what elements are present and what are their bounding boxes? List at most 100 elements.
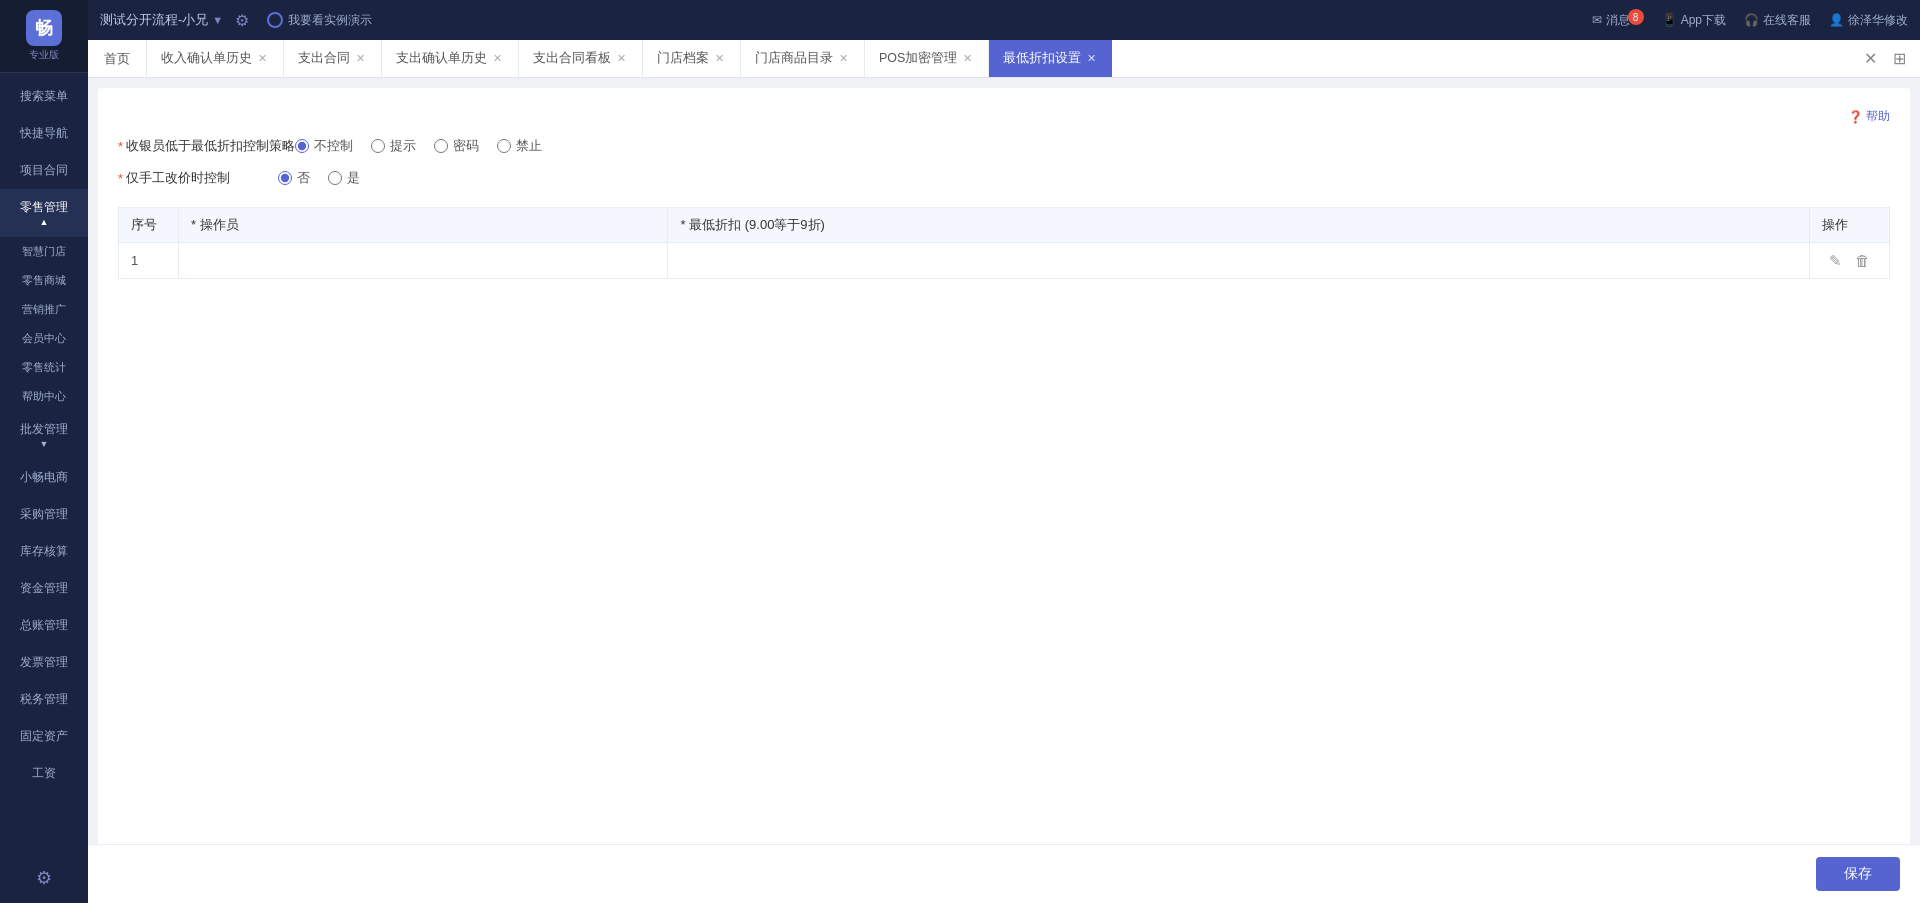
option-no-control[interactable]: 不控制	[295, 137, 353, 155]
option-manual-yes[interactable]: 是	[328, 169, 360, 187]
sidebar-item-shortcut-label: 快捷导航	[20, 125, 68, 142]
user-name: 徐泽华修改	[1848, 12, 1908, 29]
tab-pos-password-close[interactable]: ✕	[961, 51, 974, 66]
message-item[interactable]: ✉ 消息 8	[1592, 12, 1644, 29]
tab-home[interactable]: 首页	[88, 40, 147, 78]
demo-link[interactable]: 我要看实例演示	[267, 12, 372, 29]
tab-payment-confirm-close[interactable]: ✕	[491, 51, 504, 66]
tab-min-discount[interactable]: 最低折扣设置 ✕	[989, 40, 1112, 78]
app-edition-label: 专业版	[29, 48, 59, 62]
sidebar-item-retail-label: 零售管理	[20, 199, 68, 216]
table-row-edit-button[interactable]: ✎	[1824, 250, 1847, 272]
sidebar-item-wholesale[interactable]: 批发管理 ▼	[0, 411, 88, 459]
sidebar-item-invoice-label: 发票管理	[20, 654, 68, 671]
tab-store-file[interactable]: 门店档案 ✕	[643, 40, 741, 78]
sidebar-item-inventory-label: 库存核算	[20, 543, 68, 560]
sidebar-settings-icon[interactable]: ⚙	[36, 853, 52, 903]
sidebar-item-marketing[interactable]: 营销推广	[0, 295, 88, 324]
sidebar-item-retail[interactable]: 零售管理 ▲	[0, 189, 88, 237]
chevron-down-icon: ▼	[40, 439, 49, 449]
sidebar-item-shortcut[interactable]: 快捷导航	[0, 115, 88, 152]
user-item[interactable]: 👤 徐泽华修改	[1829, 12, 1908, 29]
tab-close-all-icon[interactable]: ✕	[1860, 47, 1881, 70]
tab-payment-contract-close[interactable]: ✕	[354, 51, 367, 66]
sidebar-item-smart-store-label: 智慧门店	[22, 244, 66, 259]
radio-manual-yes[interactable]	[328, 171, 342, 185]
option-hint[interactable]: 提示	[371, 137, 416, 155]
table-row-delete-button[interactable]: 🗑	[1850, 250, 1875, 271]
tab-min-discount-label: 最低折扣设置	[1003, 50, 1081, 67]
sidebar-item-member-label: 会员中心	[22, 331, 66, 346]
tab-more-icon[interactable]: ⊞	[1889, 47, 1910, 70]
sidebar-item-tax[interactable]: 税务管理	[0, 681, 88, 718]
tab-payment-contract[interactable]: 支出合同 ✕	[284, 40, 382, 78]
question-icon: ❓	[1848, 110, 1863, 124]
sidebar-item-salary-label: 工资	[32, 765, 56, 782]
radio-password[interactable]	[434, 139, 448, 153]
sidebar-item-assets[interactable]: 固定资产	[0, 718, 88, 755]
tab-pos-password[interactable]: POS加密管理 ✕	[865, 40, 989, 78]
tab-income-confirm[interactable]: 收入确认单历史 ✕	[147, 40, 284, 78]
sidebar-item-purchase[interactable]: 采购管理	[0, 496, 88, 533]
message-icon: ✉	[1592, 13, 1602, 27]
sidebar-item-ecommerce[interactable]: 小畅电商	[0, 459, 88, 496]
radio-forbid[interactable]	[497, 139, 511, 153]
sidebar-item-help-center[interactable]: 帮助中心	[0, 382, 88, 411]
tabbar-end: ✕ ⊞	[1850, 47, 1920, 70]
tab-payment-confirm[interactable]: 支出确认单历史 ✕	[382, 40, 519, 78]
sidebar-item-retail-stat-label: 零售统计	[22, 360, 66, 375]
tab-income-confirm-close[interactable]: ✕	[256, 51, 269, 66]
sidebar-item-salary[interactable]: 工资	[0, 755, 88, 792]
option-forbid[interactable]: 禁止	[497, 137, 542, 155]
save-button[interactable]: 保存	[1816, 857, 1900, 891]
tabbar: 首页 收入确认单历史 ✕ 支出合同 ✕ 支出确认单历史 ✕ 支出合同看板 ✕ 门…	[88, 40, 1920, 78]
sidebar-item-retail-stat[interactable]: 零售统计	[0, 353, 88, 382]
sidebar-item-project[interactable]: 项目合同	[0, 152, 88, 189]
sidebar-item-tax-label: 税务管理	[20, 691, 68, 708]
tab-payment-board[interactable]: 支出合同看板 ✕	[519, 40, 643, 78]
topbar: 测试分开流程-小兄 ▼ ⚙ 我要看实例演示 ✉ 消息 8 📱 App下载 🎧 在…	[88, 0, 1920, 40]
col-header-seq: 序号	[119, 208, 179, 243]
col-operator-label: * 操作员	[191, 217, 239, 232]
main-area: 测试分开流程-小兄 ▼ ⚙ 我要看实例演示 ✉ 消息 8 📱 App下载 🎧 在…	[88, 0, 1920, 903]
sidebar-item-smart-store[interactable]: 智慧门店	[0, 237, 88, 266]
topbar-right: ✉ 消息 8 📱 App下载 🎧 在线客服 👤 徐泽华修改	[1592, 12, 1908, 29]
option-manual-no[interactable]: 否	[278, 169, 310, 187]
sidebar-item-ledger-label: 总账管理	[20, 617, 68, 634]
sidebar-logo: 畅 专业版	[0, 0, 88, 73]
online-service-item[interactable]: 🎧 在线客服	[1744, 12, 1811, 29]
sidebar-item-retail-mall[interactable]: 零售商城	[0, 266, 88, 295]
radio-no-control[interactable]	[295, 139, 309, 153]
cashier-control-row: * 收银员低于最低折扣控制策略 不控制 提示	[118, 137, 1890, 155]
table-cell-actions: ✎ 🗑	[1810, 243, 1890, 279]
sidebar-item-invoice[interactable]: 发票管理	[0, 644, 88, 681]
tab-store-products-close[interactable]: ✕	[837, 51, 850, 66]
tab-store-products[interactable]: 门店商品目录 ✕	[741, 40, 865, 78]
sidebar-item-project-label: 项目合同	[20, 162, 68, 179]
project-selector[interactable]: 测试分开流程-小兄 ▼	[100, 11, 223, 29]
sidebar-item-finance-label: 资金管理	[20, 580, 68, 597]
radio-manual-no[interactable]	[278, 171, 292, 185]
help-link[interactable]: ❓ 帮助	[1848, 108, 1890, 125]
sidebar-item-ecommerce-label: 小畅电商	[20, 469, 68, 486]
tab-store-file-close[interactable]: ✕	[713, 51, 726, 66]
app-download-icon: 📱	[1662, 13, 1677, 27]
radio-hint[interactable]	[371, 139, 385, 153]
sidebar-item-finance[interactable]: 资金管理	[0, 570, 88, 607]
discount-table: 序号 * 操作员 * 最低折扣 (9.00等于9折) 操作 1	[118, 207, 1890, 279]
app-download-item[interactable]: 📱 App下载	[1662, 12, 1726, 29]
sidebar-item-search[interactable]: 搜索菜单	[0, 78, 88, 115]
topbar-settings-icon[interactable]: ⚙	[231, 11, 253, 30]
sidebar-item-ledger[interactable]: 总账管理	[0, 607, 88, 644]
sidebar-menu: 搜索菜单 快捷导航 项目合同 零售管理 ▲ 智慧门店 零售商城 营销推广 会员中…	[0, 73, 88, 853]
message-badge: 8	[1628, 9, 1644, 25]
demo-label: 我要看实例演示	[288, 12, 372, 29]
tab-payment-board-close[interactable]: ✕	[615, 51, 628, 66]
sidebar-item-retail-mall-label: 零售商城	[22, 273, 66, 288]
bottom-bar: 保存	[88, 844, 1920, 903]
sidebar-item-inventory[interactable]: 库存核算	[0, 533, 88, 570]
sidebar-item-member[interactable]: 会员中心	[0, 324, 88, 353]
col-header-discount: * 最低折扣 (9.00等于9折)	[668, 208, 1810, 243]
option-password[interactable]: 密码	[434, 137, 479, 155]
tab-min-discount-close[interactable]: ✕	[1085, 51, 1098, 66]
